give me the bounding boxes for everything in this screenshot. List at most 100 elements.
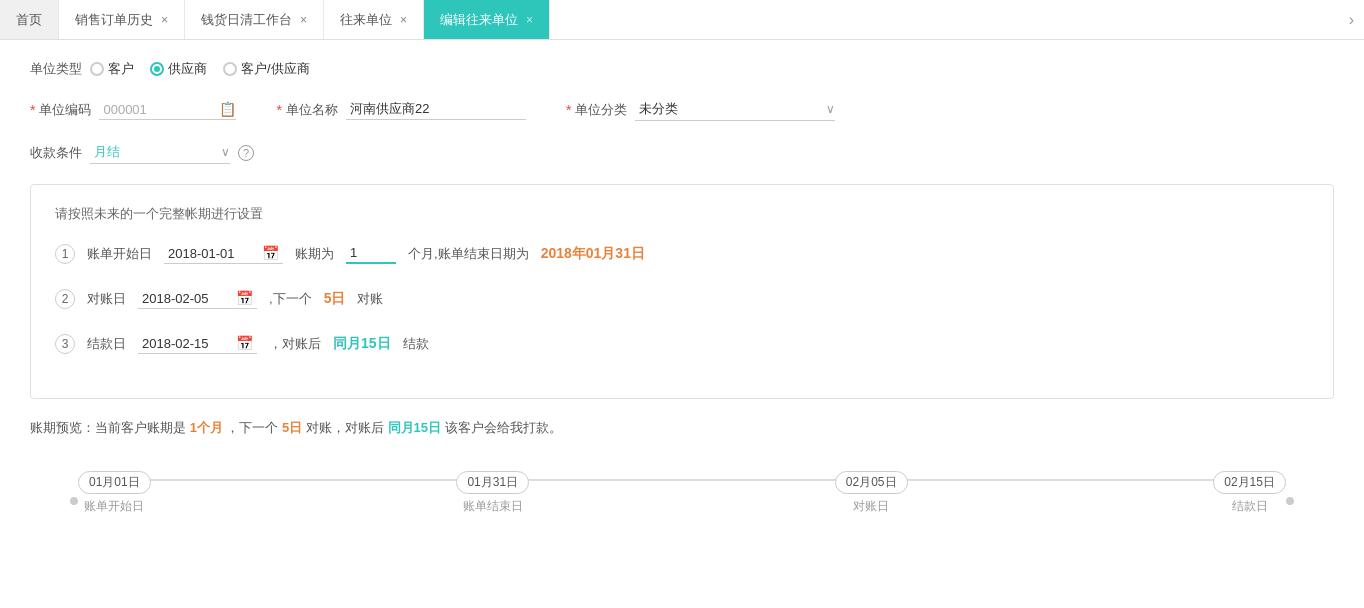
unit-type-row: 单位类型 客户 供应商 客户/供应商 [30, 60, 1334, 78]
tab-home[interactable]: 首页 [0, 0, 59, 39]
preview-text: 账期预览：当前客户账期是 1个月 ，下一个 5日 对账，对账后 同月15日 该客… [30, 419, 1334, 437]
radio-group: 客户 供应商 客户/供应商 [90, 60, 310, 78]
end-date-highlight: 2018年01月31日 [541, 245, 645, 263]
unit-category-select[interactable]: 未分类 ∨ [635, 98, 835, 121]
unit-category-label: 单位分类 [575, 101, 627, 119]
row-label-1: 账单开始日 [87, 245, 152, 263]
timeline-label-2: 账单结束日 [463, 498, 523, 515]
unit-name-field: * 单位名称 [276, 100, 525, 120]
radio-customer-circle [90, 62, 104, 76]
timeline-nodes: 01月01日 账单开始日 01月31日 账单结束日 02月05日 对账日 02月… [78, 471, 1286, 515]
period-label: 账期为 [295, 245, 334, 263]
radio-customer[interactable]: 客户 [90, 60, 134, 78]
timeline: 01月01日 账单开始日 01月31日 账单结束日 02月05日 对账日 02月… [30, 461, 1334, 561]
settle-prefix: ，对账后 [269, 335, 321, 353]
unit-category-field: * 单位分类 未分类 ∨ [566, 98, 835, 121]
reconcile-prefix: ,下一个 [269, 290, 312, 308]
payment-condition-value: 月结 [90, 141, 217, 163]
tab-edit-partner[interactable]: 编辑往来单位 × [424, 0, 550, 39]
row-num-3: 3 [55, 334, 75, 354]
preview-mid1: ，下一个 [226, 420, 278, 435]
timeline-node-4: 02月15日 结款日 [1213, 471, 1286, 515]
unit-code-input-wrap: 📋 [99, 100, 236, 120]
timeline-badge-4: 02月15日 [1213, 471, 1286, 494]
unit-code-input[interactable] [99, 100, 219, 119]
tab-sales-order[interactable]: 销售订单历史 × [59, 0, 185, 39]
unit-code-icon[interactable]: 📋 [219, 101, 236, 117]
row-label-2: 对账日 [87, 290, 126, 308]
preview-part3: 同月15日 [388, 420, 441, 435]
unit-code-label: 单位编码 [39, 101, 91, 119]
chevron-down-icon: ∨ [826, 102, 835, 116]
timeline-node-3: 02月05日 对账日 [835, 471, 908, 515]
tab-edit-partner-label: 编辑往来单位 [440, 11, 518, 29]
tab-partner-close[interactable]: × [400, 13, 407, 27]
tab-home-label: 首页 [16, 11, 42, 29]
row-num-1: 1 [55, 244, 75, 264]
unit-type-label: 单位类型 [30, 60, 82, 78]
settings-row-2: 2 对账日 📅 ,下一个 5日 对账 [55, 288, 1309, 309]
settle-date-input-wrap: 📅 [138, 333, 257, 354]
help-icon[interactable]: ? [238, 145, 254, 161]
unit-name-star: * [276, 102, 281, 118]
preview-prefix: 账期预览：当前客户账期是 [30, 420, 186, 435]
timeline-badge-2: 01月31日 [456, 471, 529, 494]
timeline-left-dot [70, 497, 78, 505]
timeline-track: 01月01日 账单开始日 01月31日 账单结束日 02月05日 对账日 02月… [78, 471, 1286, 531]
settle-suffix: 结款 [403, 335, 429, 353]
timeline-badge-3: 02月05日 [835, 471, 908, 494]
month-input[interactable] [346, 243, 396, 264]
settle-date-input[interactable] [142, 336, 232, 351]
tab-expand-button[interactable]: › [1339, 0, 1364, 39]
preview-part2: 5日 [282, 420, 302, 435]
radio-both-circle [223, 62, 237, 76]
start-date-input-wrap: 📅 [164, 243, 283, 264]
tab-partner-label: 往来单位 [340, 11, 392, 29]
tab-sales-order-close[interactable]: × [161, 13, 168, 27]
reconcile-suffix: 对账 [357, 290, 383, 308]
unit-type-field: 单位类型 客户 供应商 客户/供应商 [30, 60, 310, 78]
tab-cash-ledger-close[interactable]: × [300, 13, 307, 27]
month-suffix: 个月,账单结束日期为 [408, 245, 529, 263]
settle-day-highlight: 同月15日 [333, 335, 391, 353]
payment-condition-field: 收款条件 月结 ∨ ? [30, 141, 254, 164]
radio-customer-label: 客户 [108, 60, 134, 78]
timeline-label-3: 对账日 [853, 498, 889, 515]
reconcile-day-highlight: 5日 [324, 290, 346, 308]
settings-box: 请按照未来的一个完整帐期进行设置 1 账单开始日 📅 账期为 个月,账单结束日期… [30, 184, 1334, 399]
row-num-2: 2 [55, 289, 75, 309]
settle-date-calendar-icon[interactable]: 📅 [236, 335, 253, 351]
tab-cash-ledger[interactable]: 钱货日清工作台 × [185, 0, 324, 39]
unit-name-label: 单位名称 [286, 101, 338, 119]
tab-partner[interactable]: 往来单位 × [324, 0, 424, 39]
unit-info-row: * 单位编码 📋 * 单位名称 * 单位分类 未分类 ∨ [30, 98, 1334, 121]
payment-condition-row: 收款条件 月结 ∨ ? [30, 141, 1334, 164]
settings-title: 请按照未来的一个完整帐期进行设置 [55, 205, 1309, 223]
start-date-calendar-icon[interactable]: 📅 [262, 245, 279, 261]
reconcile-date-input-wrap: 📅 [138, 288, 257, 309]
tab-edit-partner-close[interactable]: × [526, 13, 533, 27]
unit-code-field: * 单位编码 📋 [30, 100, 236, 120]
settings-row-1: 1 账单开始日 📅 账期为 个月,账单结束日期为 2018年01月31日 [55, 243, 1309, 264]
radio-supplier[interactable]: 供应商 [150, 60, 207, 78]
timeline-right-dot [1286, 497, 1294, 505]
payment-condition-label: 收款条件 [30, 144, 82, 162]
reconcile-date-input[interactable] [142, 291, 232, 306]
radio-both[interactable]: 客户/供应商 [223, 60, 310, 78]
payment-chevron-icon: ∨ [221, 145, 230, 159]
payment-condition-select[interactable]: 月结 ∨ [90, 141, 230, 164]
reconcile-date-calendar-icon[interactable]: 📅 [236, 290, 253, 306]
preview-suffix: 该客户会给我打款。 [445, 420, 562, 435]
radio-both-label: 客户/供应商 [241, 60, 310, 78]
settings-row-3: 3 结款日 📅 ，对账后 同月15日 结款 [55, 333, 1309, 354]
preview-part1: 1个月 [190, 420, 223, 435]
timeline-label-4: 结款日 [1232, 498, 1268, 515]
timeline-badge-1: 01月01日 [78, 471, 151, 494]
tab-cash-ledger-label: 钱货日清工作台 [201, 11, 292, 29]
radio-supplier-circle [150, 62, 164, 76]
unit-name-input[interactable] [346, 100, 526, 120]
preview-mid2: 对账，对账后 [306, 420, 384, 435]
unit-category-value: 未分类 [635, 98, 822, 120]
start-date-input[interactable] [168, 246, 258, 261]
content-area: 单位类型 客户 供应商 客户/供应商 * 单位编码 [0, 40, 1364, 608]
